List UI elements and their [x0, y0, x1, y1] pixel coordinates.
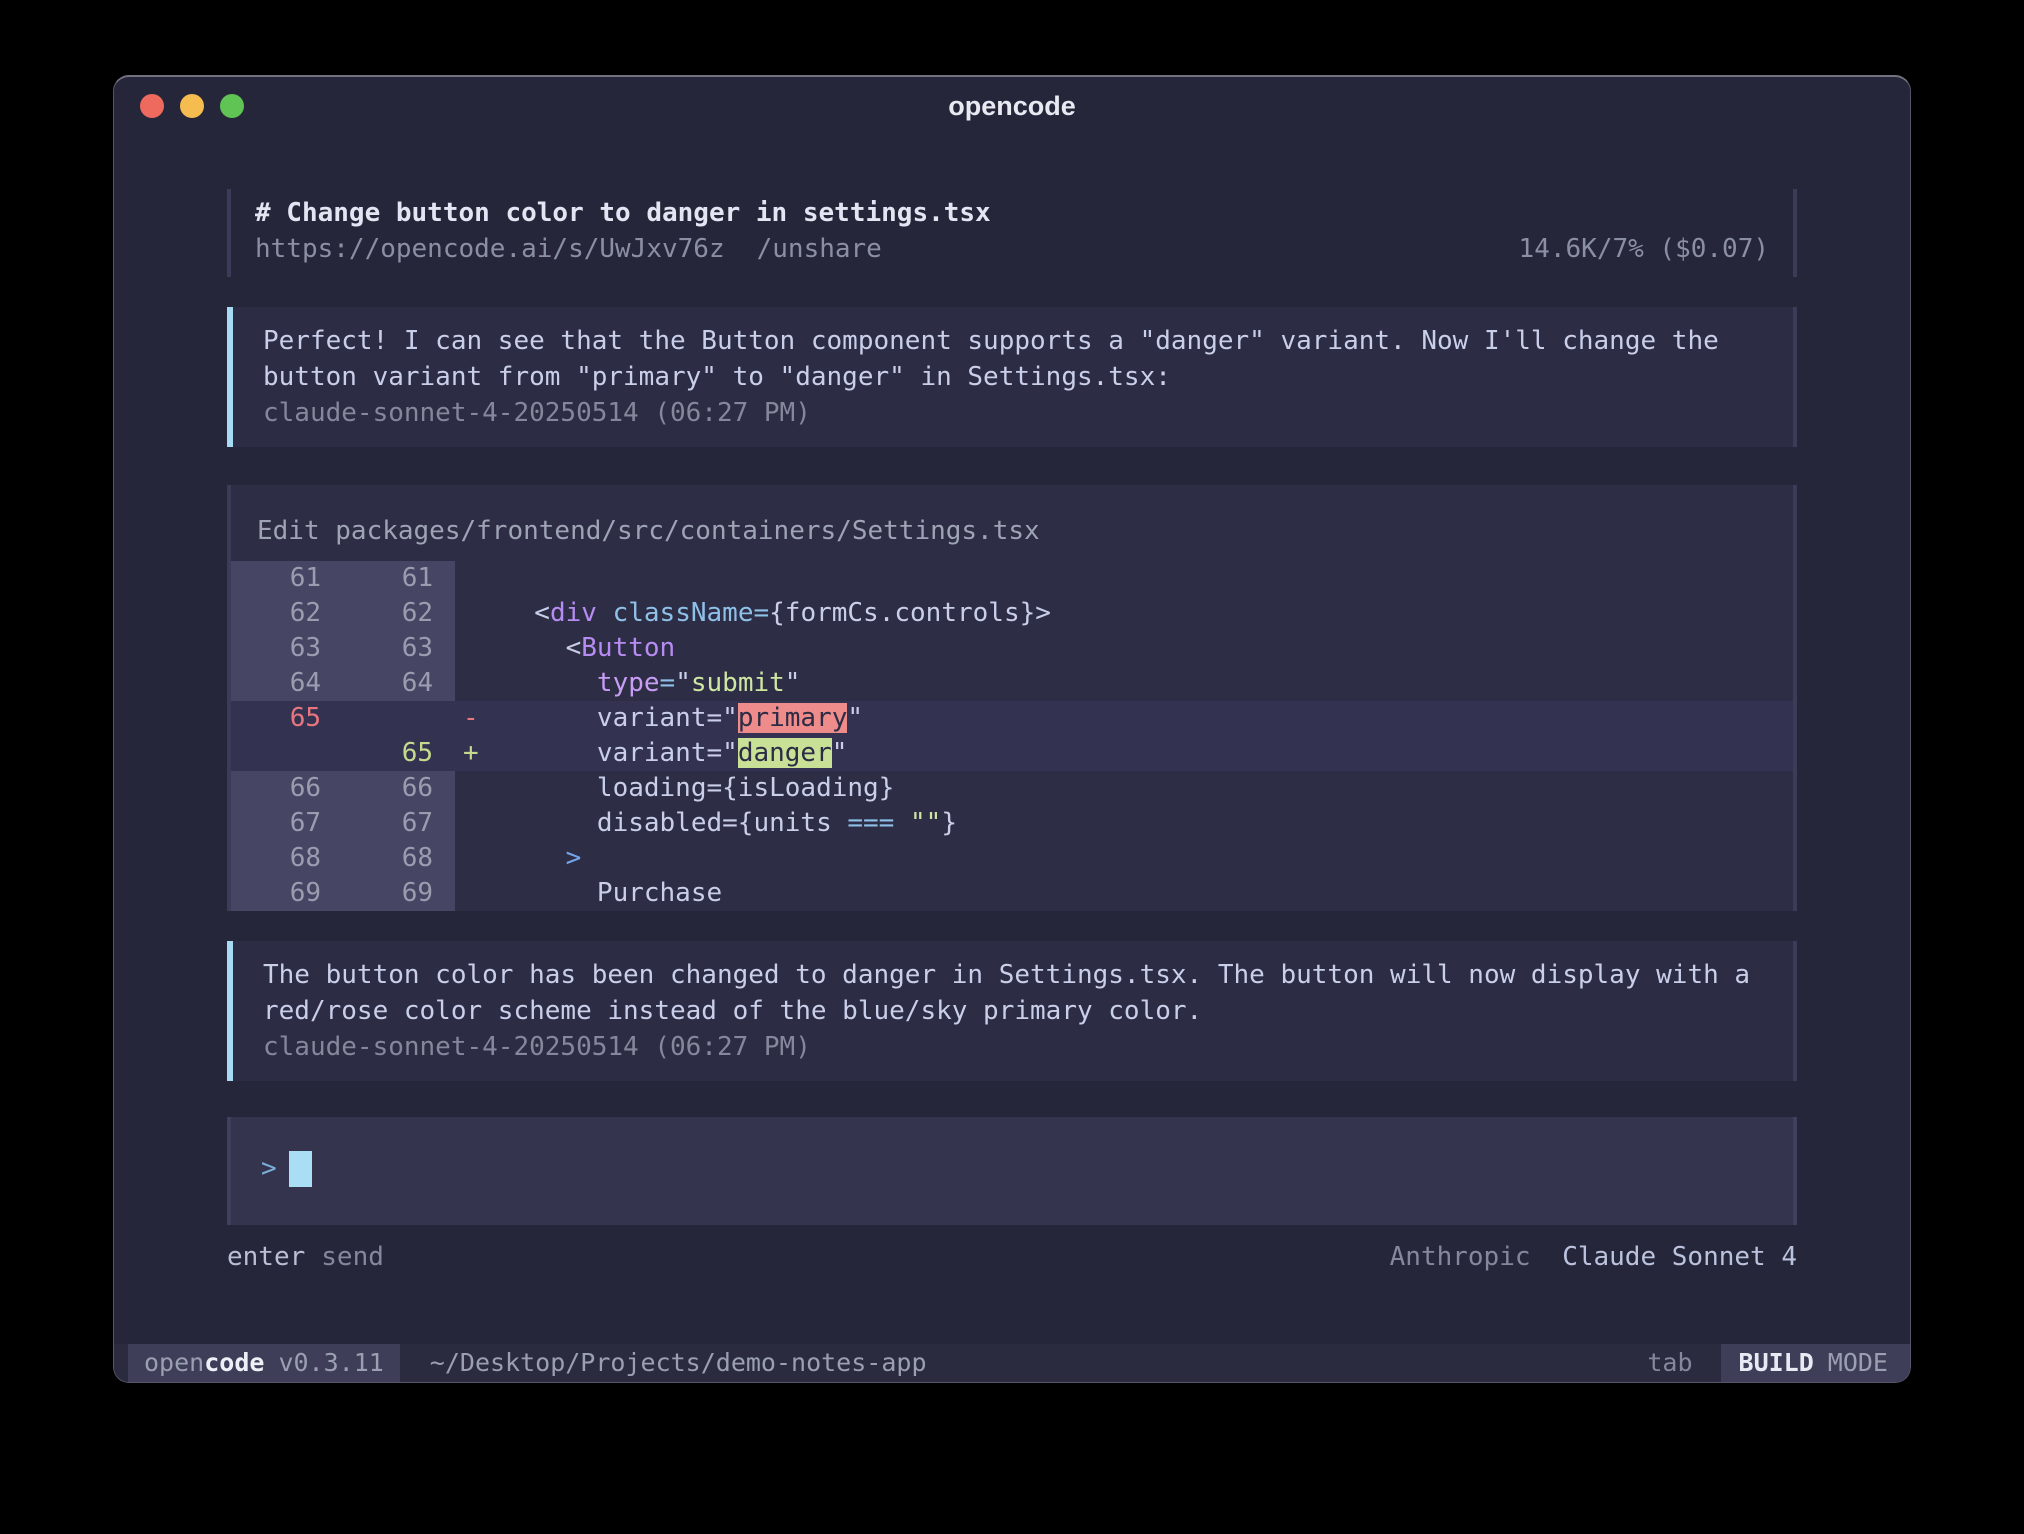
session-header: # Change button color to danger in setti…	[227, 189, 1797, 277]
diff-row: 6666 loading={isLoading}	[231, 771, 1793, 806]
old-line-number: 67	[231, 806, 343, 841]
old-line-number: 62	[231, 596, 343, 631]
diff-marker	[455, 771, 503, 806]
send-action-label: send	[321, 1239, 384, 1275]
code-line: >	[503, 841, 1793, 876]
code-line: Purchase	[503, 876, 1793, 911]
window-titlebar[interactable]: opencode	[114, 77, 1910, 135]
app-name-bold: code	[204, 1348, 264, 1377]
old-line-number: 61	[231, 561, 343, 596]
model-name: Claude Sonnet 4	[1562, 1242, 1797, 1272]
hint-row: enter send Anthropic Claude Sonnet 4	[227, 1239, 1797, 1275]
status-bar-right: tab BUILD MODE	[1647, 1344, 1910, 1382]
context-usage-stats: 14.6K/7% ($0.07)	[1519, 231, 1769, 267]
mode-suffix: MODE	[1828, 1348, 1888, 1377]
diff-marker: -	[455, 701, 503, 736]
old-line-number: 68	[231, 841, 343, 876]
new-line-number: 66	[343, 771, 455, 806]
prompt-input[interactable]: >	[227, 1117, 1797, 1225]
code-line	[503, 561, 1793, 596]
terminal-content: # Change button color to danger in setti…	[114, 135, 1910, 1344]
opencode-window: opencode # Change button color to danger…	[113, 75, 1911, 1383]
new-line-number	[343, 701, 455, 736]
code-line: disabled={units === ""}	[503, 806, 1793, 841]
session-title: # Change button color to danger in setti…	[255, 195, 1769, 231]
old-line-number: 66	[231, 771, 343, 806]
diff-marker: +	[455, 736, 503, 771]
window-title: opencode	[114, 77, 1910, 135]
diff-row: 6969 Purchase	[231, 876, 1793, 911]
assistant-message-meta: claude-sonnet-4-20250514 (06:27 PM)	[263, 1029, 1757, 1065]
code-line: variant="primary"	[503, 701, 1793, 736]
diff-marker	[455, 561, 503, 596]
diff-row: 65 - variant="primary"	[231, 701, 1793, 736]
new-line-number: 61	[343, 561, 455, 596]
edit-tool-card: Edit packages/frontend/src/containers/Se…	[227, 485, 1797, 911]
new-line-number: 62	[343, 596, 455, 631]
text-cursor	[289, 1151, 312, 1187]
traffic-lights	[140, 94, 244, 118]
code-line: variant="danger"	[503, 736, 1793, 771]
diff-row: 6161	[231, 561, 1793, 596]
app-name-light: open	[144, 1348, 204, 1377]
diff-marker	[455, 876, 503, 911]
assistant-message-text: Perfect! I can see that the Button compo…	[263, 323, 1757, 395]
diff-marker	[455, 631, 503, 666]
status-bar: opencode v0.3.11 ~/Desktop/Projects/demo-…	[114, 1344, 1910, 1382]
assistant-message-2: The button color has been changed to dan…	[227, 941, 1797, 1081]
old-line-number: 64	[231, 666, 343, 701]
app-version: v0.3.11	[278, 1348, 383, 1377]
edit-tool-header: Edit packages/frontend/src/containers/Se…	[231, 513, 1793, 549]
assistant-message-text: The button color has been changed to dan…	[263, 957, 1757, 1029]
new-line-number: 67	[343, 806, 455, 841]
working-directory: ~/Desktop/Projects/demo-notes-app	[430, 1344, 927, 1382]
code-line: <Button	[503, 631, 1793, 666]
diff-view: 61616262 <div className={formCs.controls…	[231, 561, 1793, 911]
diff-row: 6868 >	[231, 841, 1793, 876]
diff-row: 65+ variant="danger"	[231, 736, 1793, 771]
diff-row: 6363 <Button	[231, 631, 1793, 666]
mode-chip[interactable]: BUILD MODE	[1721, 1344, 1910, 1382]
prompt-symbol: >	[261, 1154, 277, 1184]
minimize-button[interactable]	[180, 94, 204, 118]
close-button[interactable]	[140, 94, 164, 118]
new-line-number: 63	[343, 631, 455, 666]
new-line-number: 65	[343, 736, 455, 771]
zoom-button[interactable]	[220, 94, 244, 118]
old-line-number	[231, 736, 343, 771]
diff-row: 6464 type="submit"	[231, 666, 1793, 701]
app-version-chip: opencode v0.3.11	[128, 1344, 400, 1382]
share-url-link[interactable]: https://opencode.ai/s/UwJxv76z	[255, 231, 725, 267]
new-line-number: 69	[343, 876, 455, 911]
code-line: loading={isLoading}	[503, 771, 1793, 806]
code-line: <div className={formCs.controls}>	[503, 596, 1793, 631]
code-line: type="submit"	[503, 666, 1793, 701]
old-line-number: 69	[231, 876, 343, 911]
unshare-command[interactable]: /unshare	[757, 231, 882, 267]
diff-marker	[455, 666, 503, 701]
diff-marker	[455, 806, 503, 841]
assistant-message-1: Perfect! I can see that the Button compo…	[227, 307, 1797, 447]
model-info: Anthropic Claude Sonnet 4	[1390, 1239, 1797, 1275]
tab-key-hint[interactable]: tab	[1647, 1344, 1692, 1382]
share-row: https://opencode.ai/s/UwJxv76z /unshare …	[255, 231, 1769, 267]
enter-key-hint: enter	[227, 1239, 305, 1275]
desktop-background: opencode # Change button color to danger…	[0, 0, 2024, 1534]
diff-marker	[455, 841, 503, 876]
old-line-number: 63	[231, 631, 343, 666]
new-line-number: 64	[343, 666, 455, 701]
diff-row: 6262 <div className={formCs.controls}>	[231, 596, 1793, 631]
mode-name: BUILD	[1739, 1348, 1814, 1377]
diff-marker	[455, 596, 503, 631]
new-line-number: 68	[343, 841, 455, 876]
assistant-message-meta: claude-sonnet-4-20250514 (06:27 PM)	[263, 395, 1757, 431]
provider-name: Anthropic	[1390, 1242, 1531, 1272]
diff-row: 6767 disabled={units === ""}	[231, 806, 1793, 841]
old-line-number: 65	[231, 701, 343, 736]
